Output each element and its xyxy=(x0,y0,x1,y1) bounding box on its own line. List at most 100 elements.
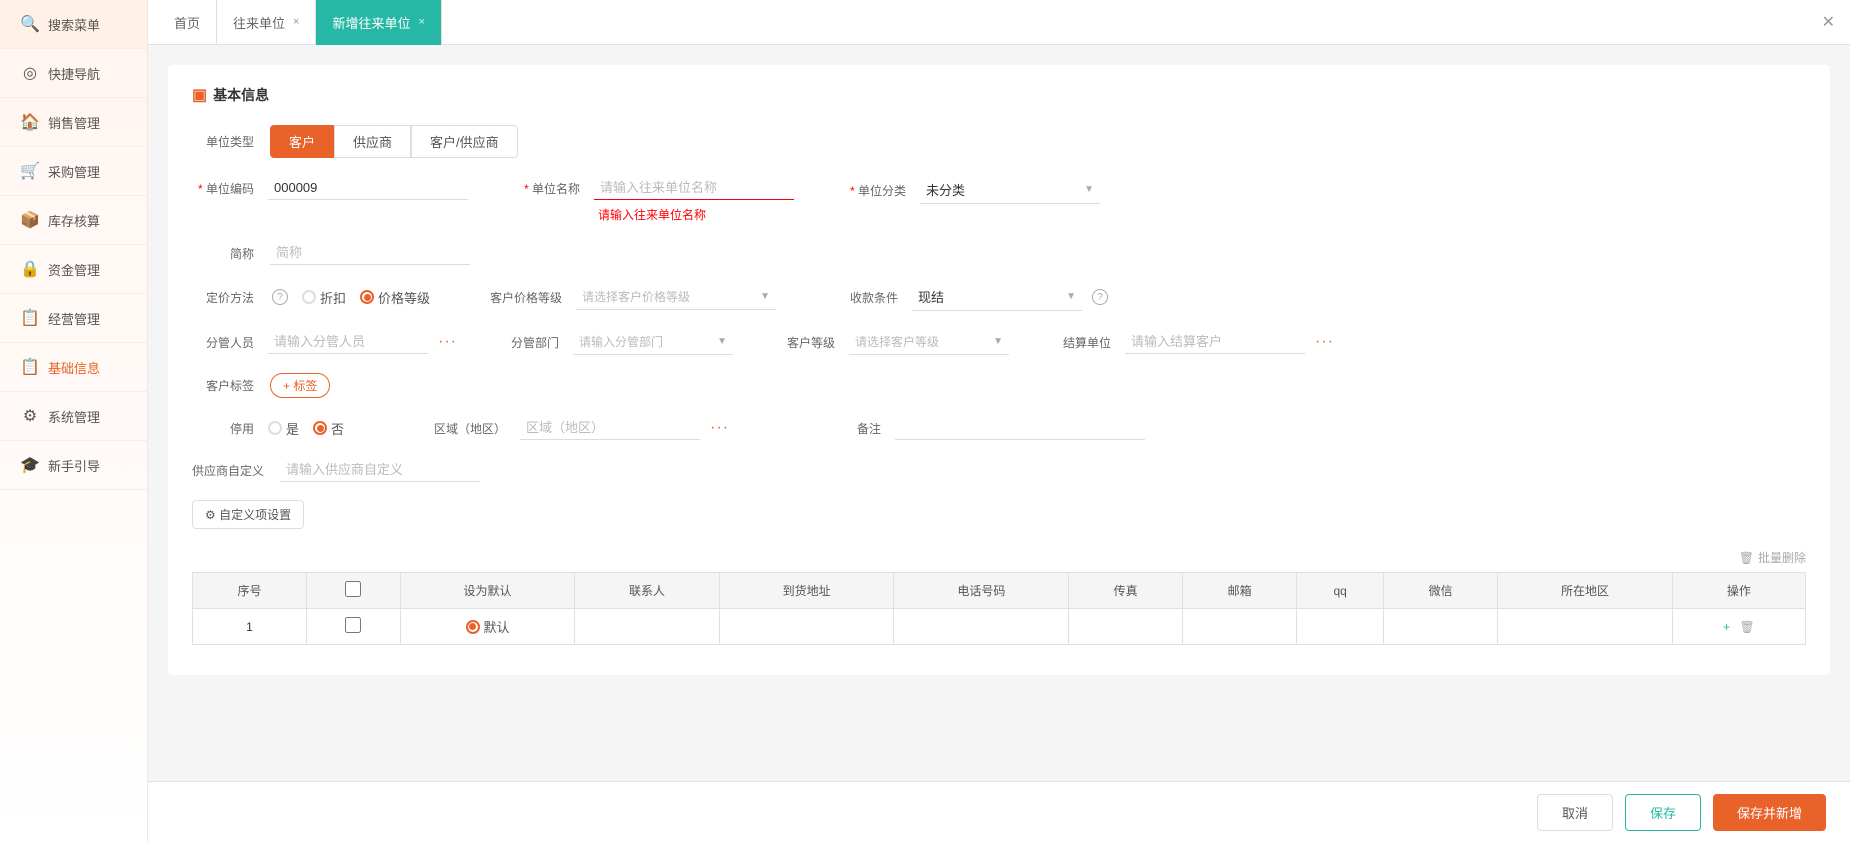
save-button[interactable]: 保存 xyxy=(1625,794,1701,831)
code-field: 单位编码 xyxy=(192,176,468,200)
tab-new-partner-close[interactable]: × xyxy=(418,16,424,28)
region-more-btn[interactable]: ··· xyxy=(710,419,729,437)
manager-more-btn[interactable]: ··· xyxy=(438,333,457,351)
col-address: 到货地址 xyxy=(719,573,894,609)
customer-price-arrow: ▼ xyxy=(760,291,770,302)
disabled-no-dot xyxy=(317,425,324,432)
window-close-button[interactable]: ✕ xyxy=(1822,12,1835,32)
pricing-radio-level-label: 价格等级 xyxy=(378,288,430,307)
tab-partners-close[interactable]: × xyxy=(293,16,299,28)
dept-select[interactable]: 请输入分管部门 ▼ xyxy=(573,329,733,355)
unit-type-row: 单位类型 客户 供应商 客户/供应商 xyxy=(192,125,1806,158)
custom-settings-button[interactable]: ⚙ 自定义项设置 xyxy=(192,500,304,529)
payment-arrow: ▼ xyxy=(1066,291,1076,302)
sidebar-item-inventory[interactable]: 📦 库存核算 xyxy=(0,196,147,245)
dept-label: 分管部门 xyxy=(497,334,567,351)
disabled-yes-circle xyxy=(268,421,282,435)
unit-type-buttons: 客户 供应商 客户/供应商 xyxy=(270,125,518,158)
name-input[interactable] xyxy=(594,176,794,200)
form-card: ▣ 基本信息 单位类型 客户 供应商 客户/供应商 单位编码 xyxy=(168,65,1830,675)
code-label: 单位编码 xyxy=(192,180,262,197)
row-checkbox[interactable] xyxy=(345,617,361,633)
tab-partners[interactable]: 往来单位 × xyxy=(217,0,316,45)
row-add-btn[interactable]: + xyxy=(1723,620,1730,634)
sidebar-item-label: 经营管理 xyxy=(48,309,100,328)
table-section: 🗑 批量删除 序号 设为默认 联系人 到货地址 电话号码 传真 xyxy=(192,549,1806,645)
settlement-more-btn[interactable]: ··· xyxy=(1315,333,1334,351)
code-input[interactable] xyxy=(268,176,468,200)
dept-arrow: ▼ xyxy=(717,336,727,347)
sidebar-item-quicknav[interactable]: ◎ 快捷导航 xyxy=(0,49,147,98)
row-email[interactable] xyxy=(1183,609,1297,645)
row-qq[interactable] xyxy=(1297,609,1384,645)
tag-label: 客户标签 xyxy=(192,377,262,394)
customer-level-select[interactable]: 请选择客户等级 ▼ xyxy=(849,329,1009,355)
sidebar-item-system[interactable]: ⚙ 系统管理 xyxy=(0,392,147,441)
select-all-checkbox[interactable] xyxy=(345,581,361,597)
sidebar-item-newbie[interactable]: 🎓 新手引导 xyxy=(0,441,147,490)
row-region[interactable] xyxy=(1498,609,1673,645)
disabled-radio-group: 是 否 xyxy=(268,419,344,438)
sidebar-item-finance[interactable]: 🔒 资金管理 xyxy=(0,245,147,294)
col-contact: 联系人 xyxy=(575,573,719,609)
btn-customer[interactable]: 客户 xyxy=(270,125,334,158)
col-no: 序号 xyxy=(193,573,307,609)
btn-supplier[interactable]: 供应商 xyxy=(334,125,411,158)
row-fax[interactable] xyxy=(1069,609,1183,645)
table-row: 1 默认 xyxy=(193,609,1806,645)
dept-field: 分管部门 请输入分管部门 ▼ xyxy=(497,329,733,355)
sidebar-item-search[interactable]: 🔍 搜索菜单 xyxy=(0,0,147,49)
settlement-input[interactable] xyxy=(1125,330,1305,354)
sidebar-item-basic[interactable]: 📋 基础信息 xyxy=(0,343,147,392)
batch-delete-btn[interactable]: 🗑 批量删除 xyxy=(1739,549,1806,566)
tab-partners-label: 往来单位 xyxy=(233,13,285,32)
btn-both[interactable]: 客户/供应商 xyxy=(411,125,518,158)
sidebar-item-operations[interactable]: 📋 经营管理 xyxy=(0,294,147,343)
row-contact[interactable] xyxy=(575,609,719,645)
manager-label: 分管人员 xyxy=(192,334,262,351)
pricing-radio-discount[interactable]: 折扣 xyxy=(302,288,346,307)
pricing-radio-level-dot xyxy=(364,294,371,301)
disabled-yes[interactable]: 是 xyxy=(268,419,299,438)
unit-type-label: 单位类型 xyxy=(192,133,262,150)
region-input[interactable] xyxy=(520,416,700,440)
sidebar-item-label: 库存核算 xyxy=(48,211,100,230)
row-default-cell[interactable]: 默认 xyxy=(400,609,575,645)
row-delete-btn[interactable]: 🗑 xyxy=(1739,620,1754,634)
row-wechat[interactable] xyxy=(1384,609,1498,645)
manager-input[interactable] xyxy=(268,330,428,354)
remark-input[interactable] xyxy=(895,416,1145,440)
tab-new-partner[interactable]: 新增往来单位 × xyxy=(316,0,441,45)
pricing-help-icon[interactable]: ? xyxy=(272,289,288,305)
disabled-label: 停用 xyxy=(192,420,262,437)
sidebar-item-sales[interactable]: 🏠 销售管理 xyxy=(0,98,147,147)
basic-icon: 📋 xyxy=(20,357,40,377)
row-checkbox-cell[interactable] xyxy=(306,609,400,645)
purchase-icon: 🛒 xyxy=(20,161,40,181)
bottom-bar: 取消 保存 保存并新增 xyxy=(148,781,1850,843)
row-address[interactable] xyxy=(719,609,894,645)
pricing-label: 定价方法 xyxy=(192,289,262,306)
pricing-radio-level[interactable]: 价格等级 xyxy=(360,288,430,307)
payment-help-icon[interactable]: ? xyxy=(1092,289,1108,305)
row-default-radio[interactable]: 默认 xyxy=(411,617,565,636)
name-error-msg: 请输入往来单位名称 xyxy=(598,206,794,223)
customer-price-label: 客户价格等级 xyxy=(490,289,570,306)
code-name-category-row: 单位编码 单位名称 请输入往来单位名称 单位分类 未分类 ▼ xyxy=(192,176,1806,223)
add-tag-button[interactable]: + 标签 xyxy=(270,373,330,398)
customer-level-field: 客户等级 请选择客户等级 ▼ xyxy=(773,329,1009,355)
cancel-button[interactable]: 取消 xyxy=(1537,794,1613,831)
customer-price-placeholder: 请选择客户价格等级 xyxy=(582,288,690,305)
disabled-no[interactable]: 否 xyxy=(313,419,344,438)
col-checkbox[interactable] xyxy=(306,573,400,609)
sidebar-item-purchase[interactable]: 🛒 采购管理 xyxy=(0,147,147,196)
supplier-custom-input[interactable] xyxy=(280,458,480,482)
row-phone[interactable] xyxy=(894,609,1069,645)
tab-home[interactable]: 首页 xyxy=(158,0,217,45)
category-select[interactable]: 未分类 ▼ xyxy=(920,176,1100,204)
customer-price-select[interactable]: 请选择客户价格等级 ▼ xyxy=(576,284,776,310)
short-input[interactable] xyxy=(270,241,470,265)
save-new-button[interactable]: 保存并新增 xyxy=(1713,794,1826,831)
payment-select[interactable]: 现结 ▼ xyxy=(912,283,1082,311)
manager-row: 分管人员 ··· 分管部门 请输入分管部门 ▼ 客户等级 请选择客户等级 ▼ xyxy=(192,329,1806,355)
